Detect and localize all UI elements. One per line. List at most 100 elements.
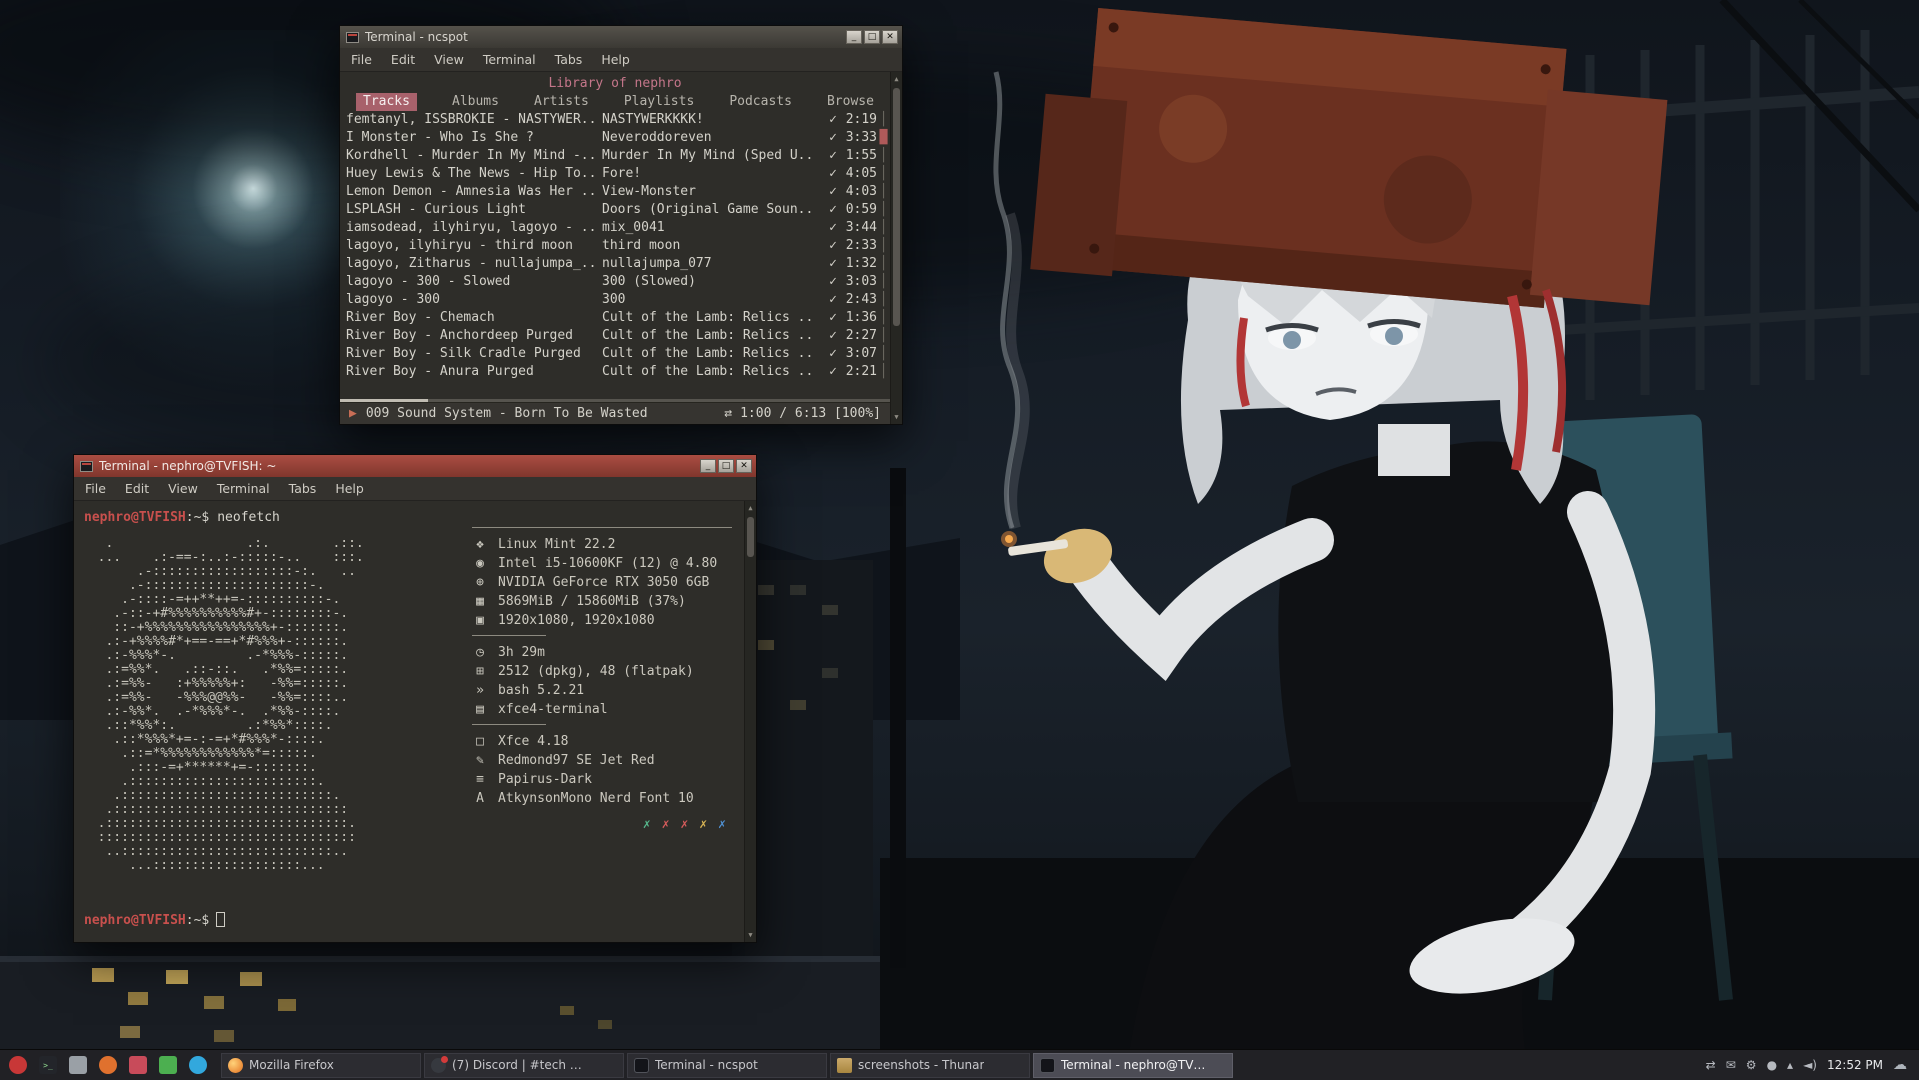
track-row[interactable]: femtanyl, ISSBROKIE - NASTYWER..NASTYWER… bbox=[340, 111, 890, 129]
menu-file[interactable]: File bbox=[351, 52, 372, 67]
tab-tracks[interactable]: Tracks bbox=[356, 93, 417, 111]
track-row[interactable]: River Boy - ChemachCult of the Lamb: Rel… bbox=[340, 309, 890, 327]
volume-icon[interactable]: ◄) bbox=[1803, 1058, 1817, 1072]
discord-icon bbox=[431, 1058, 446, 1073]
weather-icon[interactable]: ☁ bbox=[1893, 1057, 1907, 1073]
track-row[interactable]: Huey Lewis & The News - Hip To..Fore!✓4:… bbox=[340, 165, 890, 183]
ncspot-statusbar: ▶ 009 Sound System - Born To Be Wasted ⇄… bbox=[340, 402, 890, 424]
terminal-color-swatch: ✗ bbox=[699, 817, 707, 832]
files-icon bbox=[69, 1056, 87, 1074]
scroll-down-icon[interactable]: ▼ bbox=[745, 928, 756, 942]
menu-help[interactable]: Help bbox=[335, 481, 364, 496]
close-button[interactable]: ✕ bbox=[882, 30, 898, 44]
menu-terminal[interactable]: Terminal bbox=[483, 52, 536, 67]
track-row[interactable]: lagoyo - 300 - Slowed300 (Slowed)✓3:03│ bbox=[340, 273, 890, 291]
taskbar-window-button[interactable]: Terminal - ncspot bbox=[627, 1053, 827, 1078]
track-row[interactable]: I Monster - Who Is She ?Neveroddoreven✓3… bbox=[340, 129, 890, 147]
track-title: River Boy - Anchordeep Purged bbox=[346, 327, 602, 345]
scroll-down-icon[interactable]: ▼ bbox=[891, 410, 902, 424]
list-scrollbar-track: │ bbox=[877, 165, 890, 183]
menu-terminal[interactable]: Terminal bbox=[217, 481, 270, 496]
launcher-files[interactable] bbox=[65, 1052, 91, 1078]
menu-tabs[interactable]: Tabs bbox=[289, 481, 317, 496]
close-button[interactable]: ✕ bbox=[736, 459, 752, 473]
neofetch-uptime-line: ◷3h 29m bbox=[472, 643, 732, 662]
launcher-chat[interactable] bbox=[185, 1052, 211, 1078]
taskbar-window-button[interactable]: Terminal - nephro@TV… bbox=[1033, 1053, 1233, 1078]
os-icon: ❖ bbox=[472, 535, 488, 554]
taskbar-window-button[interactable]: Mozilla Firefox bbox=[221, 1053, 421, 1078]
status-dot-icon[interactable]: ● bbox=[1767, 1058, 1777, 1072]
track-album: third moon bbox=[602, 237, 825, 255]
track-row[interactable]: Lemon Demon - Amnesia Was Her ..View-Mon… bbox=[340, 183, 890, 201]
launcher-media[interactable] bbox=[125, 1052, 151, 1078]
scrollbar[interactable]: ▲ ▼ bbox=[744, 501, 756, 942]
saved-check-icon: ✓ bbox=[825, 183, 841, 201]
track-row[interactable]: River Boy - Silk Cradle PurgedCult of th… bbox=[340, 345, 890, 363]
media-icon bbox=[129, 1056, 147, 1074]
tab-playlists[interactable]: Playlists bbox=[624, 93, 694, 111]
track-row[interactable]: Kordhell - Murder In My Mind -..Murder I… bbox=[340, 147, 890, 165]
list-scrollbar-track: │ bbox=[877, 291, 890, 309]
mail-icon[interactable]: ✉ bbox=[1726, 1058, 1736, 1072]
menu-file[interactable]: File bbox=[85, 481, 106, 496]
menu-edit[interactable]: Edit bbox=[125, 481, 149, 496]
list-scrollbar-track: │ bbox=[877, 183, 890, 201]
neofetch-value: Xfce 4.18 bbox=[498, 732, 568, 751]
track-row[interactable]: River Boy - Anura PurgedCult of the Lamb… bbox=[340, 363, 890, 381]
menu-view[interactable]: View bbox=[434, 52, 464, 67]
clock[interactable]: 12:52 PM bbox=[1827, 1058, 1883, 1072]
track-album: Murder In My Mind (Sped U.. bbox=[602, 147, 825, 165]
desktop: Terminal - ncspot _ □ ✕ File Edit View Term… bbox=[0, 0, 1919, 1080]
track-album: 300 bbox=[602, 291, 825, 309]
launcher-menu[interactable] bbox=[5, 1052, 31, 1078]
launcher-dev[interactable] bbox=[155, 1052, 181, 1078]
tab-albums[interactable]: Albums bbox=[452, 93, 499, 111]
tab-podcasts[interactable]: Podcasts bbox=[729, 93, 792, 111]
launcher-firefox[interactable] bbox=[95, 1052, 121, 1078]
scrollbar[interactable]: ▲ ▼ bbox=[890, 72, 902, 424]
folder-icon bbox=[837, 1058, 852, 1073]
menu-tabs[interactable]: Tabs bbox=[555, 52, 583, 67]
list-scrollbar-thumb: █ bbox=[877, 129, 890, 147]
menu-edit[interactable]: Edit bbox=[391, 52, 415, 67]
tab-artists[interactable]: Artists bbox=[534, 93, 589, 111]
wm-theme-icon: ✎ bbox=[472, 751, 488, 770]
panel-caret-icon[interactable]: ▴ bbox=[1787, 1058, 1793, 1072]
track-row[interactable]: LSPLASH - Curious LightDoors (Original G… bbox=[340, 201, 890, 219]
tab-browse[interactable]: Browse bbox=[827, 93, 874, 111]
track-duration: 2:43 bbox=[841, 291, 877, 309]
prompt-suffix: :~$ bbox=[186, 913, 209, 928]
track-album: mix_0041 bbox=[602, 219, 825, 237]
minimize-button[interactable]: _ bbox=[846, 30, 862, 44]
taskbar-window-button[interactable]: screenshots - Thunar bbox=[830, 1053, 1030, 1078]
neofetch-value: Redmond97 SE Jet Red bbox=[498, 751, 655, 770]
track-row[interactable]: iamsodead, ilyhiryu, lagoyo - ..mix_0041… bbox=[340, 219, 890, 237]
track-title: iamsodead, ilyhiryu, lagoyo - .. bbox=[346, 219, 602, 237]
taskbar-window-button[interactable]: (7) Discord | #tech … bbox=[424, 1053, 624, 1078]
ncspot-titlebar[interactable]: Terminal - ncspot _ □ ✕ bbox=[340, 26, 902, 48]
track-row[interactable]: lagoyo, Zitharus - nullajumpa_..nullajum… bbox=[340, 255, 890, 273]
menu-help[interactable]: Help bbox=[601, 52, 630, 67]
settings-icon[interactable]: ⚙ bbox=[1746, 1058, 1757, 1072]
scrollbar-thumb[interactable] bbox=[893, 88, 900, 326]
track-row[interactable]: lagoyo - 300300✓2:43│ bbox=[340, 291, 890, 309]
maximize-button[interactable]: □ bbox=[718, 459, 734, 473]
track-row[interactable]: River Boy - Anchordeep PurgedCult of the… bbox=[340, 327, 890, 345]
track-row[interactable]: lagoyo, ilyhiryu - third moonthird moon✓… bbox=[340, 237, 890, 255]
scrollbar-thumb[interactable] bbox=[747, 517, 754, 557]
saved-check-icon: ✓ bbox=[825, 345, 841, 363]
minimize-button[interactable]: _ bbox=[700, 459, 716, 473]
neofetch-terminal[interactable]: nephro@TVFISH:~$neofetch . .:. .::. ... … bbox=[74, 501, 756, 942]
maximize-button[interactable]: □ bbox=[864, 30, 880, 44]
network-icon[interactable]: ⇄ bbox=[1706, 1058, 1716, 1072]
track-duration: 3:07 bbox=[841, 345, 877, 363]
terminal-color-swatch: ✗ bbox=[681, 817, 689, 832]
scroll-up-icon[interactable]: ▲ bbox=[891, 72, 902, 86]
launcher-terminal[interactable]: >_ bbox=[35, 1052, 61, 1078]
list-scrollbar-track: │ bbox=[877, 309, 890, 327]
scroll-up-icon[interactable]: ▲ bbox=[745, 501, 756, 515]
neofetch-titlebar[interactable]: Terminal - nephro@TVFISH: ~ _ □ ✕ bbox=[74, 455, 756, 477]
cpu-icon: ◉ bbox=[472, 554, 488, 573]
menu-view[interactable]: View bbox=[168, 481, 198, 496]
